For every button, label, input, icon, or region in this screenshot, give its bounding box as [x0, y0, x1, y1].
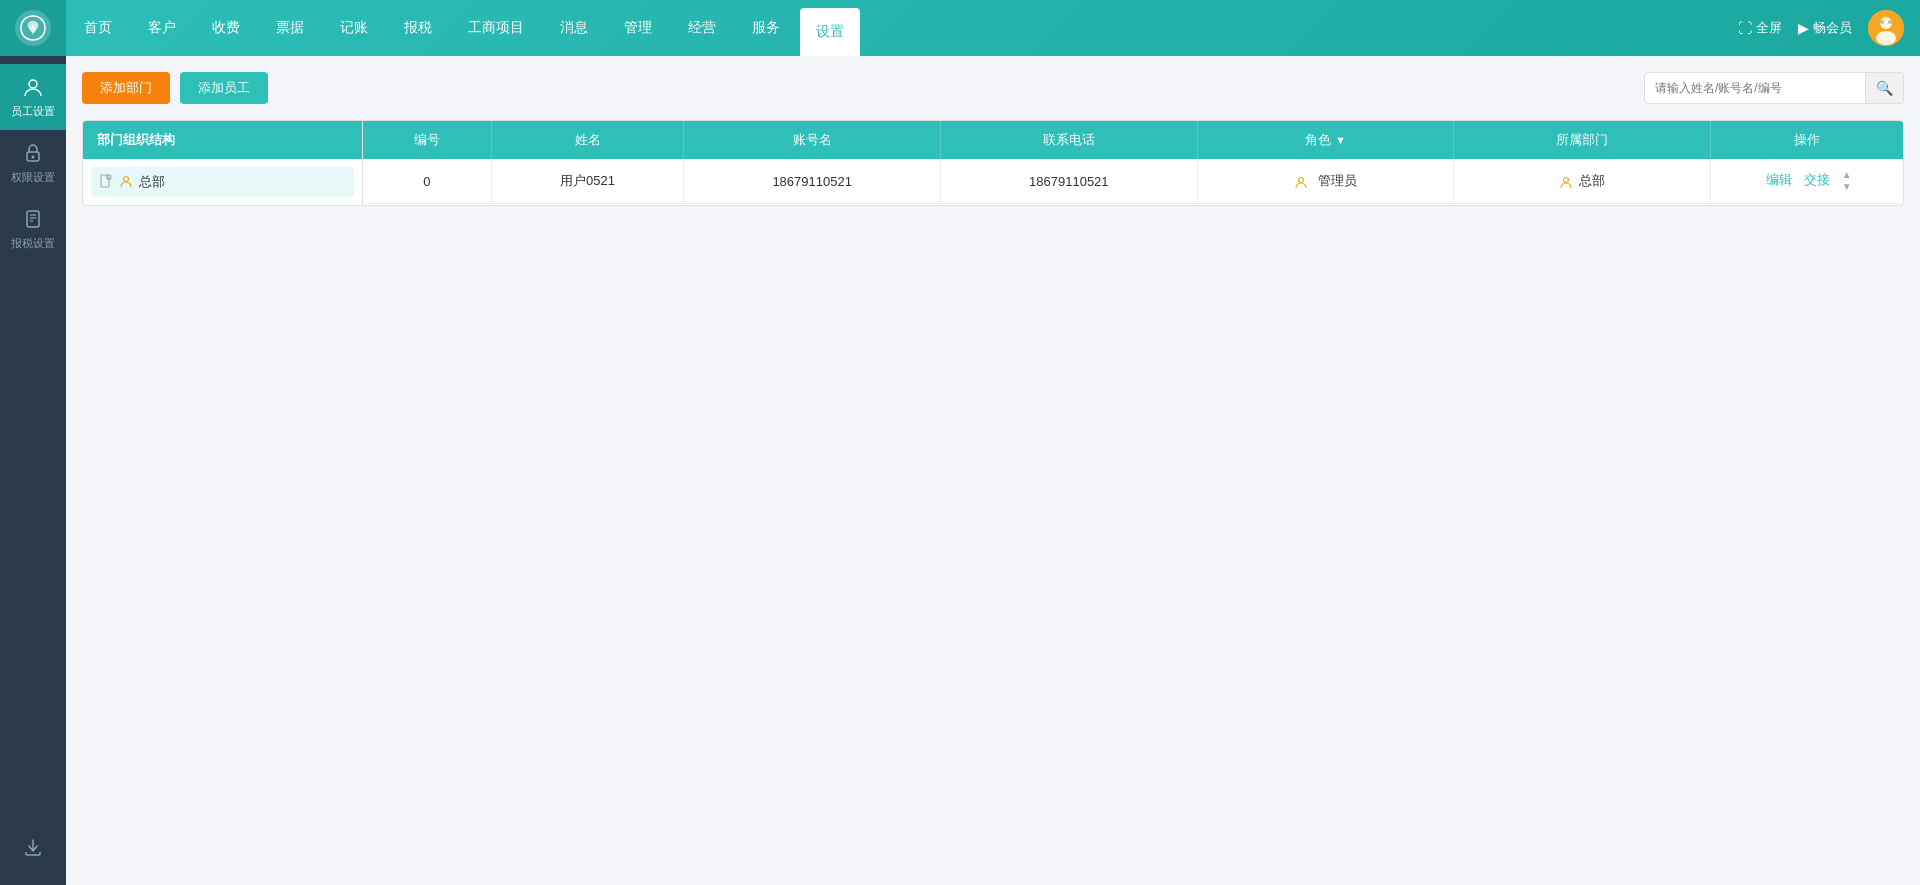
content-area: 添加部门 添加员工 🔍 部门组织结构	[66, 56, 1920, 885]
dept-name: 总部	[139, 173, 165, 191]
search-input[interactable]	[1645, 81, 1865, 95]
file-icon	[99, 174, 113, 191]
top-nav: 首页 客户 收费 票据 记账 报税 工商项目 消息 管理 经营 服务 设置 ⛶ …	[0, 0, 1920, 56]
nav-service[interactable]: 服务	[734, 0, 798, 56]
dept-tree-item[interactable]: 总部	[91, 167, 354, 197]
cell-role: 管理员	[1197, 159, 1454, 204]
svg-point-2	[1876, 31, 1896, 45]
nav-settings[interactable]: 设置	[800, 8, 860, 56]
svg-rect-12	[101, 175, 109, 187]
nav-manage[interactable]: 管理	[606, 0, 670, 56]
nav-right: ⛶ 全屏 ▶ 畅会员	[1738, 10, 1920, 46]
sidebar-employee-label: 员工设置	[11, 105, 55, 118]
cell-dept: 总部	[1454, 159, 1711, 204]
transfer-link[interactable]: 交接	[1804, 172, 1830, 187]
logo-icon	[15, 10, 51, 46]
cell-account: 18679110521	[684, 159, 941, 204]
role-person-icon	[1294, 173, 1315, 188]
table-body: 0 用户0521 18679110521 18679110521	[363, 159, 1903, 204]
nav-message[interactable]: 消息	[542, 0, 606, 56]
sidebar-item-permissions[interactable]: 权限设置	[0, 130, 66, 196]
svg-point-5	[29, 80, 37, 88]
nav-bookkeeping[interactable]: 记账	[322, 0, 386, 56]
employee-table: 编号 姓名 账号名 联系电话 角色 ▼ 所属部门 操作	[363, 121, 1903, 204]
svg-rect-8	[27, 211, 39, 227]
toolbar: 添加部门 添加员工 🔍	[82, 72, 1904, 104]
sidebar-item-employee[interactable]: 员工设置	[0, 64, 66, 130]
report-icon	[22, 208, 44, 233]
sidebar: 员工设置 权限设置 报税设置	[0, 56, 66, 885]
nav-home[interactable]: 首页	[66, 0, 130, 56]
role-label: 管理员	[1318, 173, 1357, 188]
th-phone: 联系电话	[940, 121, 1197, 159]
sidebar-bottom	[18, 824, 48, 885]
filter-icon[interactable]: ▼	[1335, 134, 1346, 146]
search-bar: 🔍	[1644, 72, 1904, 104]
scroll-down-btn[interactable]: ▼	[1842, 181, 1852, 193]
edit-link[interactable]: 编辑	[1766, 172, 1792, 187]
sidebar-taxsettings-label: 报税设置	[11, 237, 55, 250]
th-role-label: 角色	[1305, 131, 1331, 149]
member-label: 畅会员	[1813, 19, 1852, 37]
fullscreen-btn[interactable]: ⛶ 全屏	[1738, 19, 1782, 37]
dept-header: 部门组织结构	[83, 121, 362, 159]
search-button[interactable]: 🔍	[1865, 73, 1903, 103]
nav-bill[interactable]: 票据	[258, 0, 322, 56]
dept-panel: 部门组织结构	[83, 121, 363, 205]
cell-action: 编辑 交接 ▲ ▼	[1710, 159, 1903, 204]
download-icon	[22, 836, 44, 861]
table-header-row: 编号 姓名 账号名 联系电话 角色 ▼ 所属部门 操作	[363, 121, 1903, 159]
logo-area	[0, 0, 66, 56]
fullscreen-icon: ⛶	[1738, 20, 1752, 36]
nav-tax[interactable]: 报税	[386, 0, 450, 56]
svg-point-16	[1563, 177, 1568, 182]
th-dept: 所属部门	[1454, 121, 1711, 159]
th-action: 操作	[1710, 121, 1903, 159]
lock-icon	[22, 142, 44, 167]
row-scroll-controls: ▲ ▼	[1842, 169, 1852, 193]
member-btn[interactable]: ▶ 畅会员	[1798, 19, 1852, 37]
dept-label: 总部	[1579, 173, 1605, 188]
dept-person-icon	[119, 174, 133, 191]
nav-biz[interactable]: 工商项目	[450, 0, 542, 56]
sidebar-item-taxsettings[interactable]: 报税设置	[0, 196, 66, 262]
fullscreen-label: 全屏	[1756, 19, 1782, 37]
svg-point-15	[1298, 177, 1303, 182]
main-nav: 首页 客户 收费 票据 记账 报税 工商项目 消息 管理 经营 服务 设置	[66, 0, 1738, 56]
cell-name: 用户0521	[491, 159, 684, 204]
dept-tree: 总部	[83, 159, 362, 205]
svg-point-4	[1888, 20, 1892, 24]
sidebar-download-btn[interactable]	[18, 824, 48, 873]
table-panel: 编号 姓名 账号名 联系电话 角色 ▼ 所属部门 操作	[363, 121, 1903, 205]
member-icon: ▶	[1798, 20, 1809, 36]
table-row: 0 用户0521 18679110521 18679110521	[363, 159, 1903, 204]
panel-layout: 部门组织结构	[82, 120, 1904, 206]
add-dept-button[interactable]: 添加部门	[82, 72, 170, 104]
nav-operate[interactable]: 经营	[670, 0, 734, 56]
dept-person-icon-cell	[1559, 173, 1580, 188]
sidebar-permissions-label: 权限设置	[11, 171, 55, 184]
svg-point-14	[124, 176, 129, 181]
employee-icon	[22, 76, 44, 101]
nav-client[interactable]: 客户	[130, 0, 194, 56]
nav-fee[interactable]: 收费	[194, 0, 258, 56]
svg-point-7	[32, 156, 35, 159]
cell-phone: 18679110521	[940, 159, 1197, 204]
main-layout: 员工设置 权限设置 报税设置	[0, 56, 1920, 885]
svg-point-3	[1880, 20, 1884, 24]
th-name: 姓名	[491, 121, 684, 159]
th-account: 账号名	[684, 121, 941, 159]
th-role: 角色 ▼	[1197, 121, 1454, 159]
add-staff-button[interactable]: 添加员工	[180, 72, 268, 104]
cell-number: 0	[363, 159, 491, 204]
th-number: 编号	[363, 121, 491, 159]
avatar[interactable]	[1868, 10, 1904, 46]
scroll-up-btn[interactable]: ▲	[1842, 169, 1852, 181]
